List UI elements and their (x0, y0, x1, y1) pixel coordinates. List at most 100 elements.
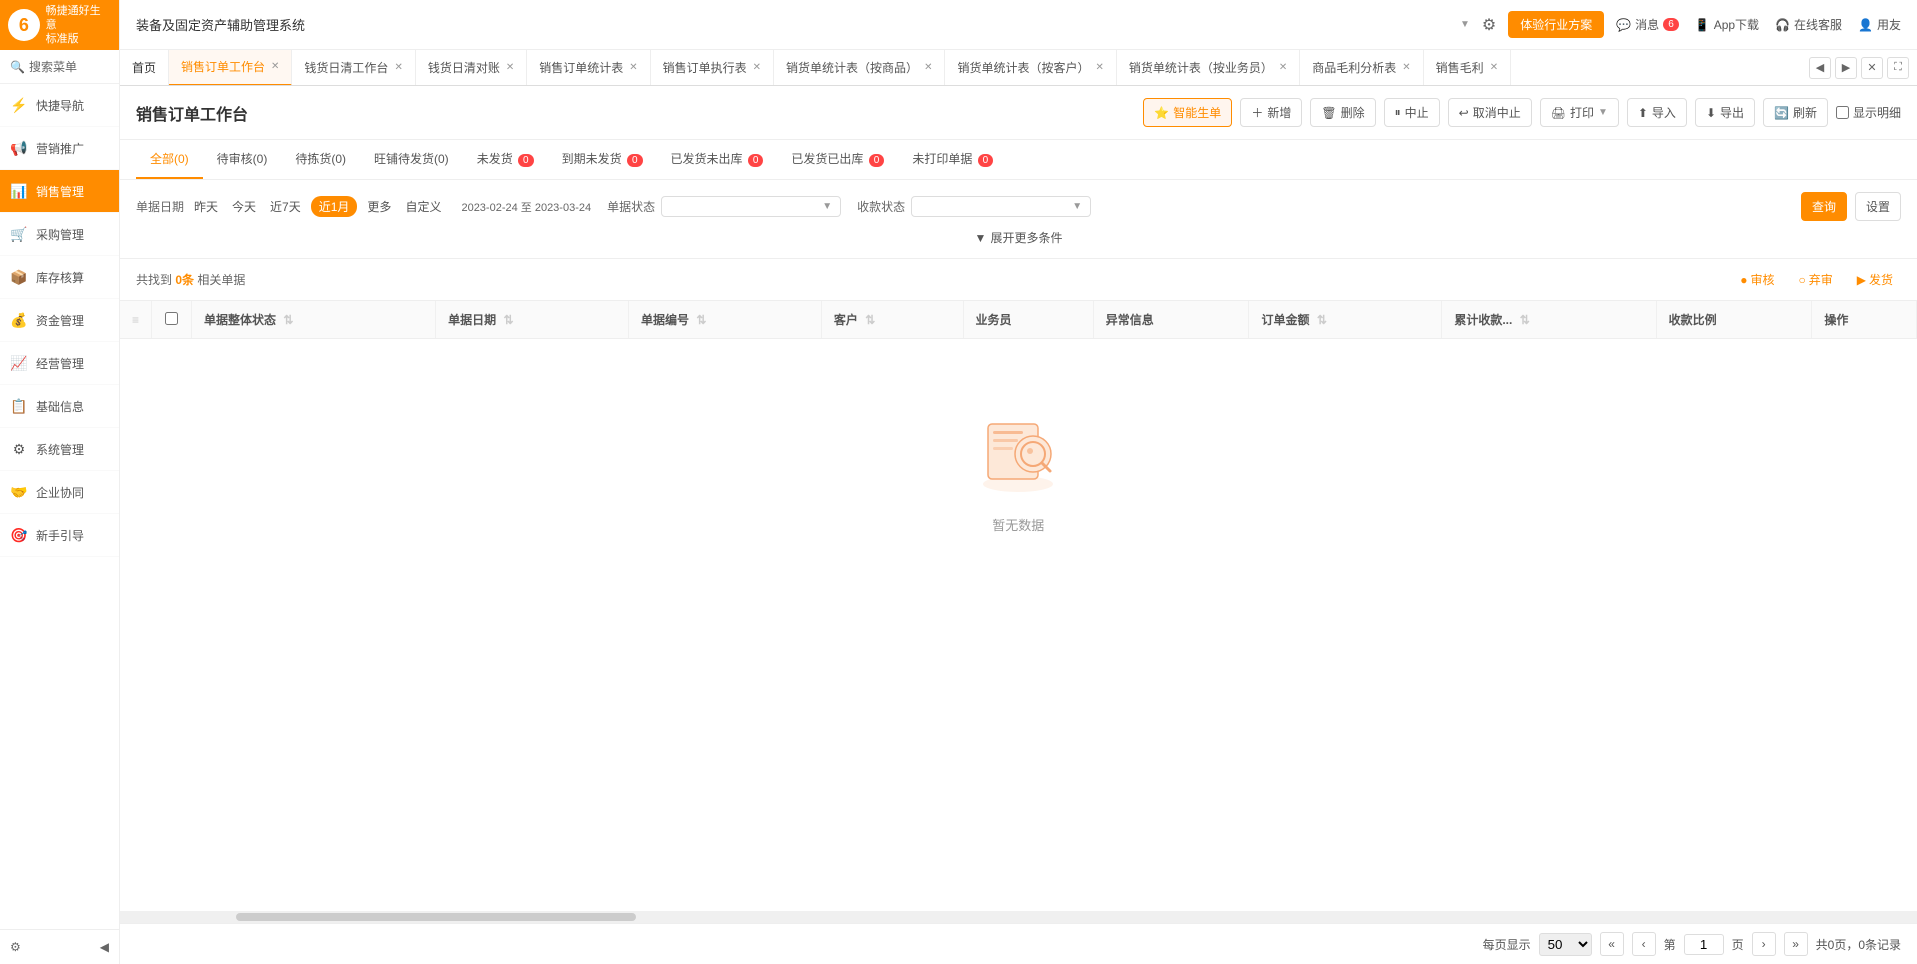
tab-close-sales-summary-product[interactable]: ✕ (924, 62, 932, 73)
suspend-btn[interactable]: ⏸ 中止 (1384, 98, 1440, 127)
sort-date-icon[interactable]: ⇅ (503, 313, 513, 327)
sidebar-settings-icon[interactable]: ⚙ (10, 940, 21, 954)
tab-close-sales-summary-staff[interactable]: ✕ (1279, 62, 1287, 73)
tab-sales-stats[interactable]: 销售订单统计表 ✕ (527, 50, 650, 86)
tab-sales-profit[interactable]: 销售毛利 ✕ (1424, 50, 1511, 86)
horizontal-scrollbar[interactable] (120, 911, 1917, 923)
date-opt-1month[interactable]: 近1月 (311, 196, 358, 217)
sidebar-search[interactable]: 🔍 搜索菜单 (0, 50, 119, 84)
tab-close-cash-daily[interactable]: ✕ (394, 62, 402, 73)
tab-maximize[interactable]: ⛶ (1887, 57, 1909, 79)
message-btn[interactable]: 💬 消息 6 (1616, 16, 1679, 33)
not-shipped-badge: 0 (518, 154, 534, 167)
sub-tab-not-printed[interactable]: 未打印单据 0 (898, 140, 1007, 179)
online-service-btn[interactable]: 🎧 在线客服 (1775, 16, 1842, 33)
select-all-checkbox[interactable] (165, 312, 178, 325)
date-opt-7days[interactable]: 近7天 (266, 196, 305, 217)
sidebar-item-basic-info[interactable]: 📋 基础信息 (0, 385, 119, 428)
sidebar-item-operations[interactable]: 📈 经营管理 (0, 342, 119, 385)
show-detail-checkbox[interactable] (1836, 106, 1849, 119)
add-icon: ＋ (1251, 104, 1263, 121)
ship-action-btn[interactable]: ▶ 发货 (1849, 267, 1901, 292)
sub-tab-not-shipped[interactable]: 未发货 0 (463, 140, 548, 179)
tab-sales-exec[interactable]: 销售订单执行表 ✕ (651, 50, 774, 86)
tab-close-sales-order[interactable]: ✕ (271, 61, 279, 72)
sort-number-icon[interactable]: ⇅ (696, 313, 706, 327)
status-select[interactable]: ▼ (661, 196, 841, 217)
sidebar-item-enterprise[interactable]: 🤝 企业协同 (0, 471, 119, 514)
date-opt-custom[interactable]: 自定义 (401, 196, 445, 217)
payment-select[interactable]: ▼ (911, 196, 1091, 217)
tab-close-all[interactable]: ✕ (1861, 57, 1883, 79)
sidebar-item-quick-nav[interactable]: ⚡ 快捷导航 (0, 84, 119, 127)
smart-btn[interactable]: ⭐ 智能生单 (1143, 98, 1232, 127)
pagination-next-btn[interactable]: › (1752, 932, 1776, 956)
tab-sales-summary-product[interactable]: 销货单统计表（按商品） ✕ (774, 50, 945, 86)
settings-gear-icon[interactable]: ⚙ (1482, 15, 1496, 35)
tab-cash-daily[interactable]: 钱货日清工作台 ✕ (292, 50, 415, 86)
tab-bar: 首页 销售订单工作台 ✕ 钱货日清工作台 ✕ 钱货日清对账 ✕ 销售订单统计表 … (120, 50, 1917, 86)
pagination-first-btn[interactable]: « (1600, 932, 1624, 956)
show-detail-label[interactable]: 显示明细 (1836, 104, 1901, 121)
sub-tab-shipped-out[interactable]: 已发货已出库 0 (777, 140, 898, 179)
review-action-btn[interactable]: ● 审核 (1732, 267, 1782, 292)
table-container[interactable]: ≡ 单据整体状态 ⇅ 单据日期 ⇅ 单据编号 ⇅ 客户 ⇅ 业务员 异常信息 订… (120, 301, 1917, 911)
tab-sales-summary-staff[interactable]: 销货单统计表（按业务员） ✕ (1117, 50, 1300, 86)
add-btn[interactable]: ＋ 新增 (1240, 98, 1302, 127)
sub-tab-overdue[interactable]: 到期未发货 0 (548, 140, 657, 179)
sidebar-item-finance[interactable]: 💰 资金管理 (0, 299, 119, 342)
tab-home[interactable]: 首页 (120, 50, 169, 86)
col-checkbox[interactable] (152, 301, 192, 339)
sidebar-item-inventory[interactable]: 📦 库存核算 (0, 256, 119, 299)
page-size-select[interactable]: 50 100 200 (1539, 933, 1592, 956)
tab-product-margin[interactable]: 商品毛利分析表 ✕ (1300, 50, 1423, 86)
pagination-prev-btn[interactable]: ‹ (1632, 932, 1656, 956)
user-btn[interactable]: 👤 用友 (1858, 16, 1901, 33)
scrollbar-thumb[interactable] (236, 913, 636, 921)
page-input[interactable] (1684, 934, 1724, 955)
cancel-review-action-btn[interactable]: ○ 弃审 (1790, 267, 1840, 292)
sub-tab-shipped-not-out[interactable]: 已发货未出库 0 (657, 140, 778, 179)
sidebar-collapse-icon[interactable]: ◀ (100, 940, 109, 954)
date-opt-today[interactable]: 今天 (228, 196, 260, 217)
date-opt-more[interactable]: 更多 (363, 196, 395, 217)
sub-tab-pending-review[interactable]: 待审核(0) (203, 140, 282, 179)
cancel-suspend-btn[interactable]: ↩ 取消中止 (1448, 98, 1532, 127)
tab-scroll-right[interactable]: ▶ (1835, 57, 1857, 79)
tab-sales-order[interactable]: 销售订单工作台 ✕ (169, 50, 292, 86)
tab-close-cash-reconcile[interactable]: ✕ (506, 62, 514, 73)
print-btn[interactable]: 🖨 打印 ▼ (1540, 98, 1619, 127)
sidebar-item-system[interactable]: ⚙ 系统管理 (0, 428, 119, 471)
tab-close-sales-profit[interactable]: ✕ (1490, 62, 1498, 73)
tab-close-sales-exec[interactable]: ✕ (753, 62, 761, 73)
tab-scroll-left[interactable]: ◀ (1809, 57, 1831, 79)
export-btn[interactable]: ⬇ 导出 (1695, 98, 1755, 127)
tab-cash-reconcile[interactable]: 钱货日清对账 ✕ (416, 50, 527, 86)
sub-tab-all[interactable]: 全部(0) (136, 140, 203, 179)
date-opt-yesterday[interactable]: 昨天 (190, 196, 222, 217)
delete-btn[interactable]: 🗑 删除 (1310, 98, 1375, 127)
sort-amount-icon[interactable]: ⇅ (1317, 313, 1327, 327)
tab-close-sales-stats[interactable]: ✕ (629, 62, 637, 73)
tab-close-sales-summary-customer[interactable]: ✕ (1095, 62, 1103, 73)
sub-tab-pending-pickup[interactable]: 待拣货(0) (281, 140, 360, 179)
import-btn[interactable]: ⬆ 导入 (1627, 98, 1687, 127)
sort-received-icon[interactable]: ⇅ (1520, 313, 1530, 327)
sort-customer-icon[interactable]: ⇅ (865, 313, 875, 327)
sidebar-item-marketing[interactable]: 📢 营销推广 (0, 127, 119, 170)
tab-close-product-margin[interactable]: ✕ (1402, 62, 1410, 73)
sort-status-icon[interactable]: ⇅ (283, 313, 293, 327)
sidebar-item-guide[interactable]: 🎯 新手引导 (0, 514, 119, 557)
pagination-last-btn[interactable]: » (1784, 932, 1808, 956)
sidebar-item-sales[interactable]: 📊 销售管理 (0, 170, 119, 213)
query-btn[interactable]: 查询 (1801, 192, 1847, 221)
industry-btn[interactable]: 体验行业方案 (1508, 11, 1604, 38)
refresh-btn[interactable]: 🔄 刷新 (1763, 98, 1828, 127)
settings-btn[interactable]: 设置 (1855, 192, 1901, 221)
search-icon: 🔍 (10, 60, 25, 74)
expand-filter-btn[interactable]: ▼ 展开更多条件 (975, 229, 1063, 246)
sidebar-item-purchase[interactable]: 🛒 采购管理 (0, 213, 119, 256)
app-download-btn[interactable]: 📱 App下载 (1695, 16, 1759, 33)
tab-sales-summary-customer[interactable]: 销货单统计表（按客户） ✕ (945, 50, 1116, 86)
sub-tab-wangpu[interactable]: 旺铺待发货(0) (360, 140, 463, 179)
